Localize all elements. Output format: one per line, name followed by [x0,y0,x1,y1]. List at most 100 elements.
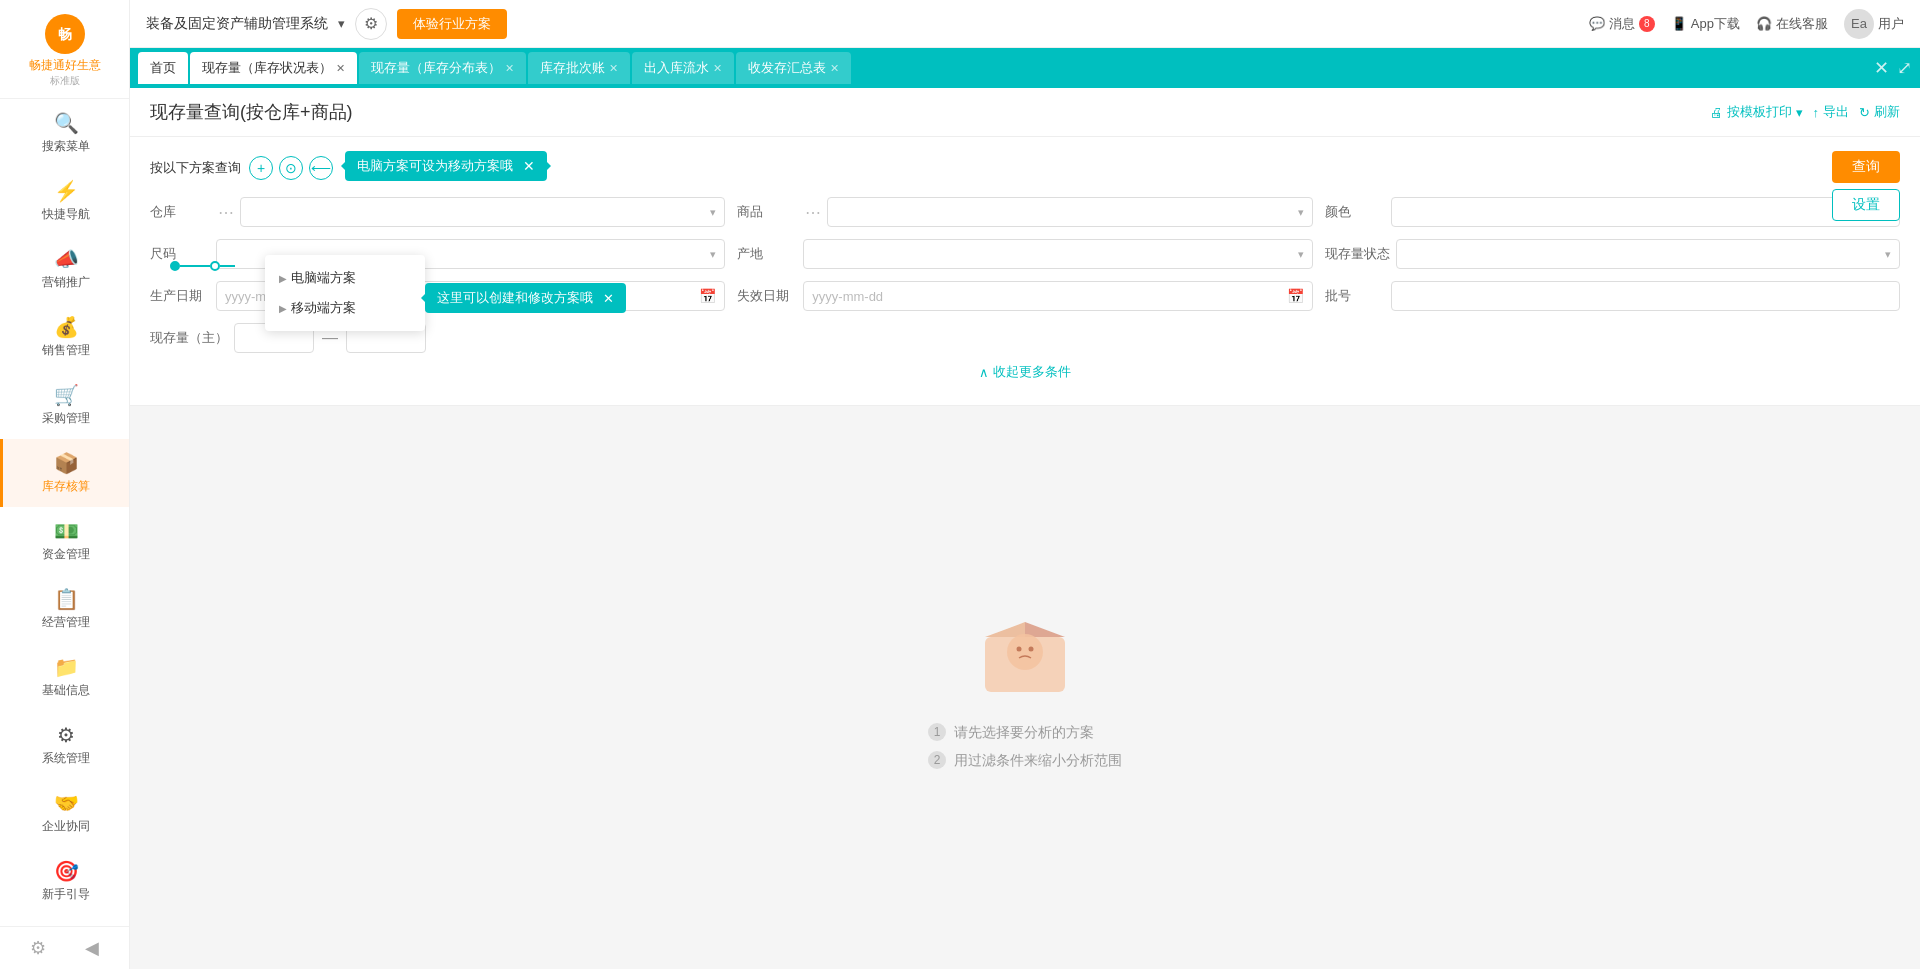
basic-nav-icon: 📁 [54,655,79,679]
filter-origin-group: 产地 ▾ [737,239,1312,269]
sidebar-item-sales[interactable]: 💰 销售管理 [0,303,129,371]
empty-svg [965,602,1085,702]
print-template-button[interactable]: 🖨 按模板打印 ▾ [1710,103,1803,121]
sidebar-item-inventory[interactable]: 📦 库存核算 [0,439,129,507]
sidebar-item-basic[interactable]: 📁 基础信息 [0,643,129,711]
tab-summary[interactable]: 收发存汇总表 ✕ [736,52,851,84]
tab-inventory-status[interactable]: 现存量（库存状况表） ✕ [190,52,357,84]
app-download-button[interactable]: 📱 App下载 [1671,15,1740,33]
batch-no-input[interactable] [1391,281,1900,311]
collapse-sidebar-icon[interactable]: ◀ [85,937,99,959]
connector-dots [170,261,235,271]
experience-button[interactable]: 体验行业方案 [397,9,507,39]
sidebar-bottom: ⚙ ◀ [0,926,129,969]
tab-home-label: 首页 [150,59,176,77]
main-area: 装备及固定资产辅助管理系统 ▾ ⚙ 体验行业方案 💬 消息 8 📱 App下载 … [130,0,1920,969]
svg-point-3 [1007,634,1043,670]
goods-label: 商品 [737,203,797,221]
sidebar-item-system[interactable]: ⚙ 系统管理 [0,711,129,779]
top-header: 装备及固定资产辅助管理系统 ▾ ⚙ 体验行业方案 💬 消息 8 📱 App下载 … [130,0,1920,48]
scheme-tooltip-1-close[interactable]: ✕ [523,158,535,174]
tab-summary-label: 收发存汇总表 [748,59,826,77]
filter-area: 按以下方案查询 + ⊙ ⟵ 电脑方案可设为移动方案哦 ✕ [130,137,1920,406]
svg-text:畅: 畅 [58,26,72,42]
inventory-status-select[interactable]: ▾ [1396,239,1900,269]
user-avatar[interactable]: Ea 用户 [1844,9,1904,39]
empty-hint-1: 1 请先选择要分析的方案 [928,718,1122,746]
system-nav-icon: ⚙ [57,723,75,747]
sidebar-nav: 🔍 搜索菜单 ⚡ 快捷导航 📣 营销推广 💰 销售管理 🛒 采购管理 📦 库存核… [0,99,129,926]
sidebar-item-purchase[interactable]: 🛒 采购管理 [0,371,129,439]
production-calendar-icon[interactable]: 📅 [699,288,716,304]
gear-button[interactable]: ⚙ [355,8,387,40]
tab-inventory-dist[interactable]: 现存量（库存分布表） ✕ [359,52,526,84]
sidebar-item-marketing[interactable]: 📣 营销推广 [0,235,129,303]
warehouse-label: 仓库 [150,203,210,221]
sidebar-item-operation[interactable]: 📋 经营管理 [0,575,129,643]
quantity-range: — [234,323,1900,353]
goods-arrow-icon: ▾ [1298,206,1304,219]
tab-inout-flow-close[interactable]: ✕ [713,62,722,75]
tab-inventory-status-label: 现存量（库存状况表） [202,59,332,77]
tabs-bar: 首页 现存量（库存状况表） ✕ 现存量（库存分布表） ✕ 库存批次账 ✕ 出入库… [130,48,1920,88]
table-area: 1 请先选择要分析的方案 2 用过滤条件来缩小分析范围 [130,406,1920,969]
add-scheme-button[interactable]: + [249,156,273,180]
sidebar-item-guide[interactable]: 🎯 新手引导 [0,847,129,915]
collapse-conditions-button[interactable]: ∧ 收起更多条件 [150,353,1900,391]
tab-inventory-status-close[interactable]: ✕ [336,62,345,75]
scheme-item-pc[interactable]: ▶ 电脑端方案 [265,263,425,293]
dot-1 [170,261,180,271]
filter-batch-no-group: 批号 [1325,281,1900,311]
edit-scheme-button[interactable]: ⊙ [279,156,303,180]
sidebar-item-finance[interactable]: 💵 资金管理 [0,507,129,575]
scheme-tooltip-1-text: 电脑方案可设为移动方案哦 [357,157,513,175]
tab-inventory-batch[interactable]: 库存批次账 ✕ [528,52,630,84]
size-arrow-icon: ▾ [710,248,716,261]
warehouse-arrow-icon: ▾ [710,206,716,219]
online-support-button[interactable]: 🎧 在线客服 [1756,15,1828,33]
header-left: 装备及固定资产辅助管理系统 ▾ ⚙ 体验行业方案 [146,8,507,40]
system-selector[interactable]: ▾ [338,16,345,31]
sidebar-item-search[interactable]: 🔍 搜索菜单 [0,99,129,167]
warehouse-select[interactable]: ▾ [240,197,725,227]
messages-button[interactable]: 💬 消息 8 [1589,15,1655,33]
tab-inventory-dist-label: 现存量（库存分布表） [371,59,501,77]
message-badge: 8 [1639,16,1655,32]
refresh-button[interactable]: ↻ 刷新 [1859,103,1900,121]
sidebar-item-collab[interactable]: 🤝 企业协同 [0,779,129,847]
batch-no-label: 批号 [1325,287,1385,305]
search-button[interactable]: 查询 [1832,151,1900,183]
scheme-item-mobile[interactable]: ▶ 移动端方案 [265,293,425,323]
filter-goods-group: 商品 ⋯ ▾ [737,197,1312,227]
close-all-tabs-icon[interactable]: ✕ [1874,57,1889,79]
tab-inout-flow[interactable]: 出入库流水 ✕ [632,52,734,84]
page-actions: 🖨 按模板打印 ▾ ↑ 导出 ↻ 刷新 [1710,103,1901,121]
warehouse-dots: ⋯ [218,203,234,222]
scheme-tooltip-2-close[interactable]: ✕ [603,291,614,306]
reset-button[interactable]: 设置 [1832,189,1900,221]
tab-inventory-batch-close[interactable]: ✕ [609,62,618,75]
sidebar-logo: 畅 畅捷通好生意 标准版 [0,0,129,99]
tab-inventory-dist-close[interactable]: ✕ [505,62,514,75]
color-select[interactable]: ▾ [1391,197,1900,227]
hint-text-1: 请先选择要分析的方案 [954,718,1094,746]
production-date-label: 生产日期 [150,287,210,305]
sidebar-item-shortcut[interactable]: ⚡ 快捷导航 [0,167,129,235]
export-button[interactable]: ↑ 导出 [1813,103,1850,121]
maximize-icon[interactable]: ⤢ [1897,57,1912,79]
scheme-dropdown: ▶ 电脑端方案 ▶ 移动端方案 [265,255,425,331]
origin-select[interactable]: ▾ [803,239,1312,269]
filter-warehouse-group: 仓库 ⋯ ▾ [150,197,725,227]
goods-select[interactable]: ▾ [827,197,1312,227]
finance-nav-icon: 💵 [54,519,79,543]
tab-home[interactable]: 首页 [138,52,188,84]
settings-icon[interactable]: ⚙ [30,937,46,959]
back-scheme-button[interactable]: ⟵ [309,156,333,180]
tab-summary-close[interactable]: ✕ [830,62,839,75]
filter-expiry-date-group: 失效日期 yyyy-mm-dd 📅 [737,281,1312,311]
tab-inout-flow-label: 出入库流水 [644,59,709,77]
expiry-date-input[interactable]: yyyy-mm-dd 📅 [803,281,1312,311]
filter-controls: + ⊙ ⟵ [249,156,333,180]
avatar-image: Ea [1844,9,1874,39]
expiry-calendar-icon[interactable]: 📅 [1287,288,1304,304]
